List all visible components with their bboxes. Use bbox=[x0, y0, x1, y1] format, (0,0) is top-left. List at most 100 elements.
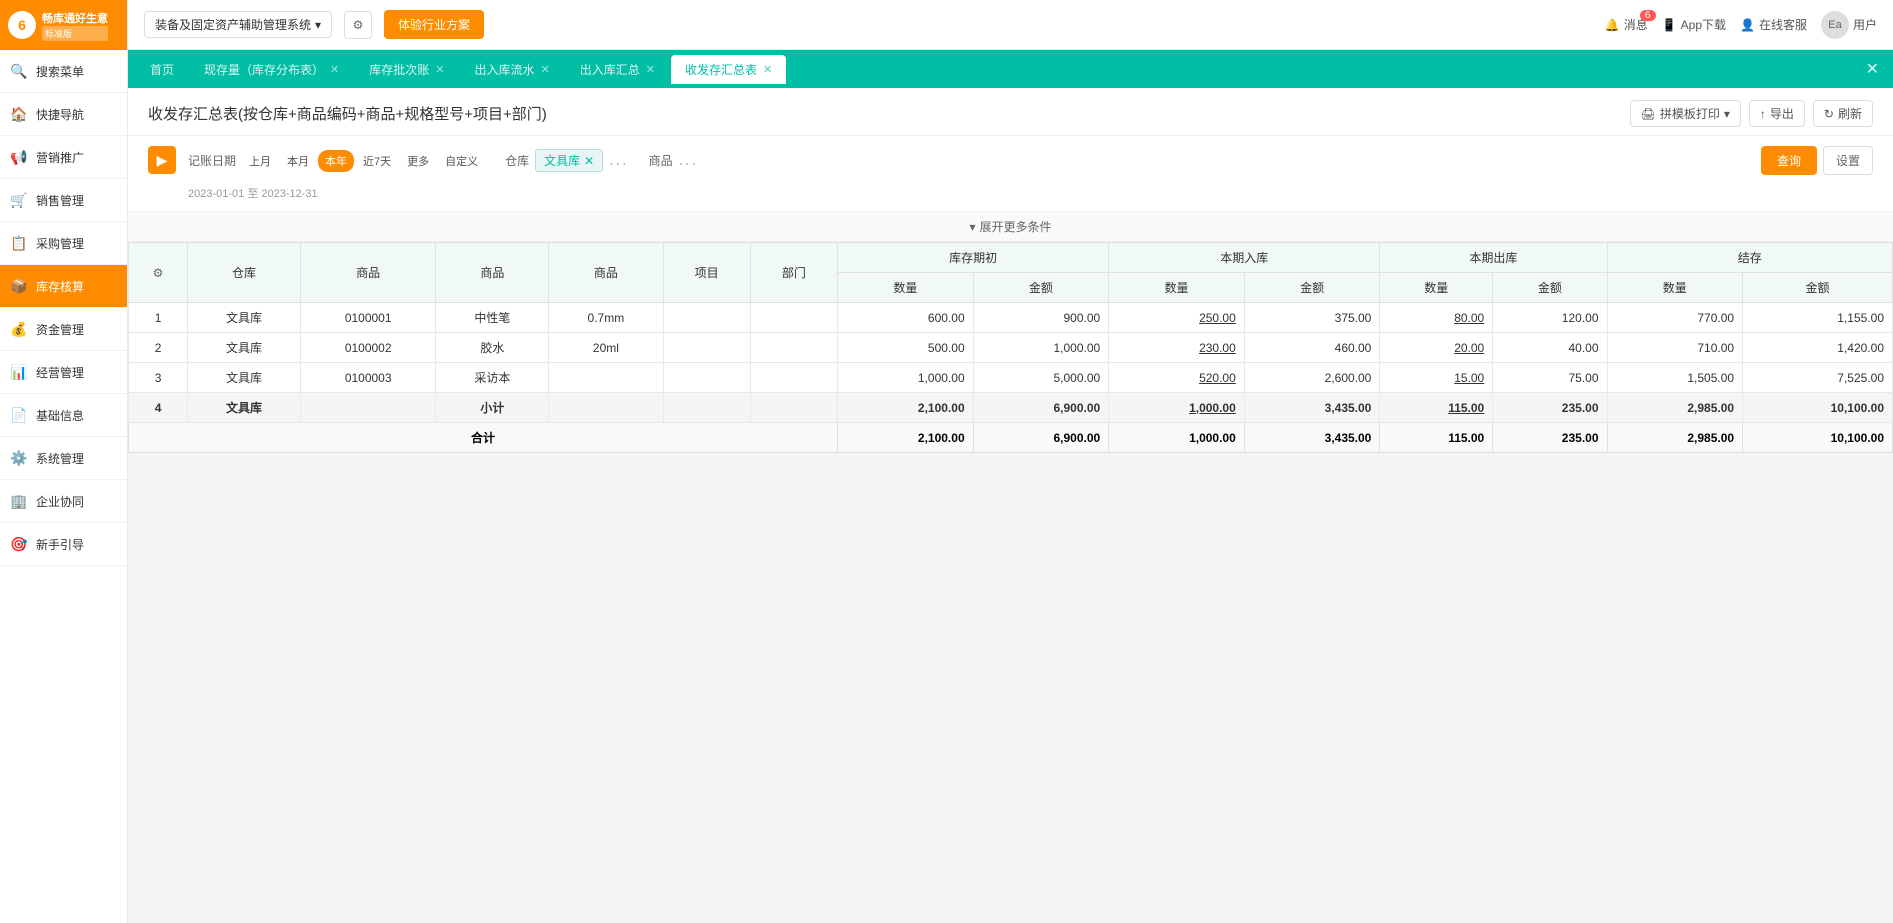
online-service-button[interactable]: 👤 在线客服 bbox=[1740, 16, 1807, 33]
table-cell[interactable]: 520.00 bbox=[1109, 363, 1245, 393]
table-cell: 1,420.00 bbox=[1743, 333, 1893, 363]
bell-icon: 🔔 bbox=[1605, 18, 1620, 32]
close-all-tabs-button[interactable]: ✕ bbox=[1860, 59, 1885, 79]
tab-in-out-flow[interactable]: 出入库流水 ✕ bbox=[460, 55, 563, 84]
tab-in-out-summary[interactable]: 出入库汇总 ✕ bbox=[566, 55, 669, 84]
topbar: 装备及固定资产辅助管理系统 ▾ ⚙ 体验行业方案 🔔 消息 6 📱 App下载 … bbox=[128, 0, 1893, 50]
sidebar-item-system[interactable]: ⚙️系统管理 bbox=[0, 437, 127, 480]
warehouse-tag: 文具库 ✕ bbox=[535, 149, 603, 172]
sidebar-item-base-info[interactable]: 📄基础信息 bbox=[0, 394, 127, 437]
footer-open-amt: 6,900.00 bbox=[973, 423, 1109, 453]
tab-inventory-dist[interactable]: 现存量（库存分布表）✕ bbox=[190, 55, 353, 84]
table-cell: 710.00 bbox=[1607, 333, 1743, 363]
sidebar-item-inventory[interactable]: 📦库存核算 bbox=[0, 265, 127, 308]
table-cell[interactable]: 230.00 bbox=[1109, 333, 1245, 363]
app-download-button[interactable]: 📱 App下载 bbox=[1662, 16, 1726, 33]
export-button[interactable]: ↑ 导出 bbox=[1749, 100, 1805, 127]
warehouse-filter-more[interactable]: ... bbox=[609, 152, 628, 170]
tab-close-icon[interactable]: ✕ bbox=[435, 63, 444, 76]
col-out-qty-header: 数量 bbox=[1380, 273, 1493, 303]
date-btn-上月[interactable]: 上月 bbox=[242, 150, 278, 172]
print-button[interactable]: 🖨 拼模板打印 ▾ bbox=[1630, 100, 1741, 127]
table-cell bbox=[300, 393, 436, 423]
notifications-button[interactable]: 🔔 消息 6 bbox=[1605, 16, 1648, 33]
user-menu[interactable]: Ea 用户 bbox=[1821, 11, 1877, 39]
warehouse-filter-label: 仓库 bbox=[505, 152, 529, 169]
table-cell: 900.00 bbox=[973, 303, 1109, 333]
tab-label: 出入库流水 bbox=[474, 61, 534, 78]
table-row: 2文具库0100002胶水20ml500.001,000.00230.00460… bbox=[129, 333, 1893, 363]
table-cell[interactable]: 250.00 bbox=[1109, 303, 1245, 333]
trial-button[interactable]: 体验行业方案 bbox=[384, 10, 484, 39]
filter-settings-button[interactable]: 设置 bbox=[1823, 146, 1873, 175]
tab-recv-send-summary[interactable]: 收发存汇总表✕ bbox=[671, 55, 786, 84]
tab-label: 出入库汇总 bbox=[580, 61, 640, 78]
footer-out-qty: 115.00 bbox=[1380, 423, 1493, 453]
footer-out-amt: 235.00 bbox=[1493, 423, 1607, 453]
table-cell: 采访本 bbox=[436, 363, 549, 393]
date-btn-本年[interactable]: 本年 bbox=[318, 150, 354, 172]
sidebar-item-operations[interactable]: 📊经营管理 bbox=[0, 351, 127, 394]
table-cell: 2 bbox=[129, 333, 188, 363]
table-footer-row: 合计 2,100.00 6,900.00 1,000.00 3,435.00 1… bbox=[129, 423, 1893, 453]
sidebar-item-marketing[interactable]: 📢营销推广 bbox=[0, 136, 127, 179]
base-info-icon: 📄 bbox=[10, 406, 28, 424]
filter-actions: 查询 设置 bbox=[1761, 146, 1873, 175]
col-in-amt-header: 金额 bbox=[1244, 273, 1380, 303]
table-cell: 0100001 bbox=[300, 303, 436, 333]
col-product-spec-header: 商品 bbox=[549, 243, 663, 303]
col-project-header: 项目 bbox=[663, 243, 750, 303]
tab-close-icon[interactable]: ✕ bbox=[763, 63, 772, 76]
table-cell[interactable]: 20.00 bbox=[1380, 333, 1493, 363]
main-content: 装备及固定资产辅助管理系统 ▾ ⚙ 体验行业方案 🔔 消息 6 📱 App下载 … bbox=[128, 0, 1893, 923]
query-button[interactable]: 查询 bbox=[1761, 146, 1817, 175]
table-cell: 文具库 bbox=[188, 393, 301, 423]
footer-open-qty: 2,100.00 bbox=[838, 423, 974, 453]
table-cell: 0.7mm bbox=[549, 303, 663, 333]
operations-icon: 📊 bbox=[10, 363, 28, 381]
system-selector[interactable]: 装备及固定资产辅助管理系统 ▾ bbox=[144, 11, 332, 38]
table-cell: 文具库 bbox=[188, 303, 301, 333]
tab-close-icon[interactable]: ✕ bbox=[646, 63, 655, 76]
date-btn-更多[interactable]: 更多 bbox=[400, 150, 436, 172]
date-btn-自定义[interactable]: 自定义 bbox=[438, 150, 485, 172]
table-cell: 1,505.00 bbox=[1607, 363, 1743, 393]
sidebar: 6 畅库通好生意 标准版 🔍搜索菜单🏠快捷导航📢营销推广🛒销售管理📋采购管理📦库… bbox=[0, 0, 128, 923]
table-cell[interactable]: 80.00 bbox=[1380, 303, 1493, 333]
sidebar-item-enterprise[interactable]: 🏢企业协同 bbox=[0, 480, 127, 523]
filter-toggle-button[interactable]: ▶ bbox=[148, 146, 176, 174]
sidebar-item-search[interactable]: 🔍搜索菜单 bbox=[0, 50, 127, 93]
settings-icon[interactable]: ⚙ bbox=[344, 11, 372, 39]
enterprise-icon: 🏢 bbox=[10, 492, 28, 510]
logo-icon: 6 bbox=[8, 11, 36, 39]
warehouse-tag-close[interactable]: ✕ bbox=[584, 154, 594, 168]
tab-close-icon[interactable]: ✕ bbox=[330, 63, 339, 76]
table-cell: 2,100.00 bbox=[838, 393, 974, 423]
table-cell[interactable]: 1,000.00 bbox=[1109, 393, 1245, 423]
tab-batch-ledger[interactable]: 库存批次账✕ bbox=[355, 55, 458, 84]
sidebar-item-finance[interactable]: 💰资金管理 bbox=[0, 308, 127, 351]
tab-home[interactable]: 首页 bbox=[136, 55, 188, 84]
table-cell: 4 bbox=[129, 393, 188, 423]
sidebar-item-quick-nav[interactable]: 🏠快捷导航 bbox=[0, 93, 127, 136]
product-filter-more[interactable]: ... bbox=[679, 152, 698, 170]
user-avatar: Ea bbox=[1821, 11, 1849, 39]
table-cell[interactable]: 115.00 bbox=[1380, 393, 1493, 423]
sidebar-item-purchase[interactable]: 📋采购管理 bbox=[0, 222, 127, 265]
table-cell: 40.00 bbox=[1493, 333, 1607, 363]
table-cell: 2,985.00 bbox=[1607, 393, 1743, 423]
footer-in-amt: 3,435.00 bbox=[1244, 423, 1380, 453]
system-icon: ⚙️ bbox=[10, 449, 28, 467]
chevron-down-icon: ▾ bbox=[1724, 107, 1730, 121]
tab-close-icon[interactable]: ✕ bbox=[541, 63, 550, 76]
refresh-button[interactable]: ↻ 刷新 bbox=[1813, 100, 1873, 127]
date-btn-本月[interactable]: 本月 bbox=[280, 150, 316, 172]
chevron-down-icon: ▾ bbox=[969, 220, 975, 234]
date-btn-近7天[interactable]: 近7天 bbox=[356, 150, 398, 172]
sidebar-item-guide[interactable]: 🎯新手引导 bbox=[0, 523, 127, 566]
sidebar-item-sales[interactable]: 🛒销售管理 bbox=[0, 179, 127, 222]
date-filter-group: 记账日期 上月本月本年近7天更多自定义 bbox=[188, 150, 485, 172]
col-settings[interactable]: ⚙ bbox=[129, 243, 188, 303]
table-cell[interactable]: 15.00 bbox=[1380, 363, 1493, 393]
expand-conditions-button[interactable]: ▾ 展开更多条件 bbox=[128, 212, 1893, 242]
